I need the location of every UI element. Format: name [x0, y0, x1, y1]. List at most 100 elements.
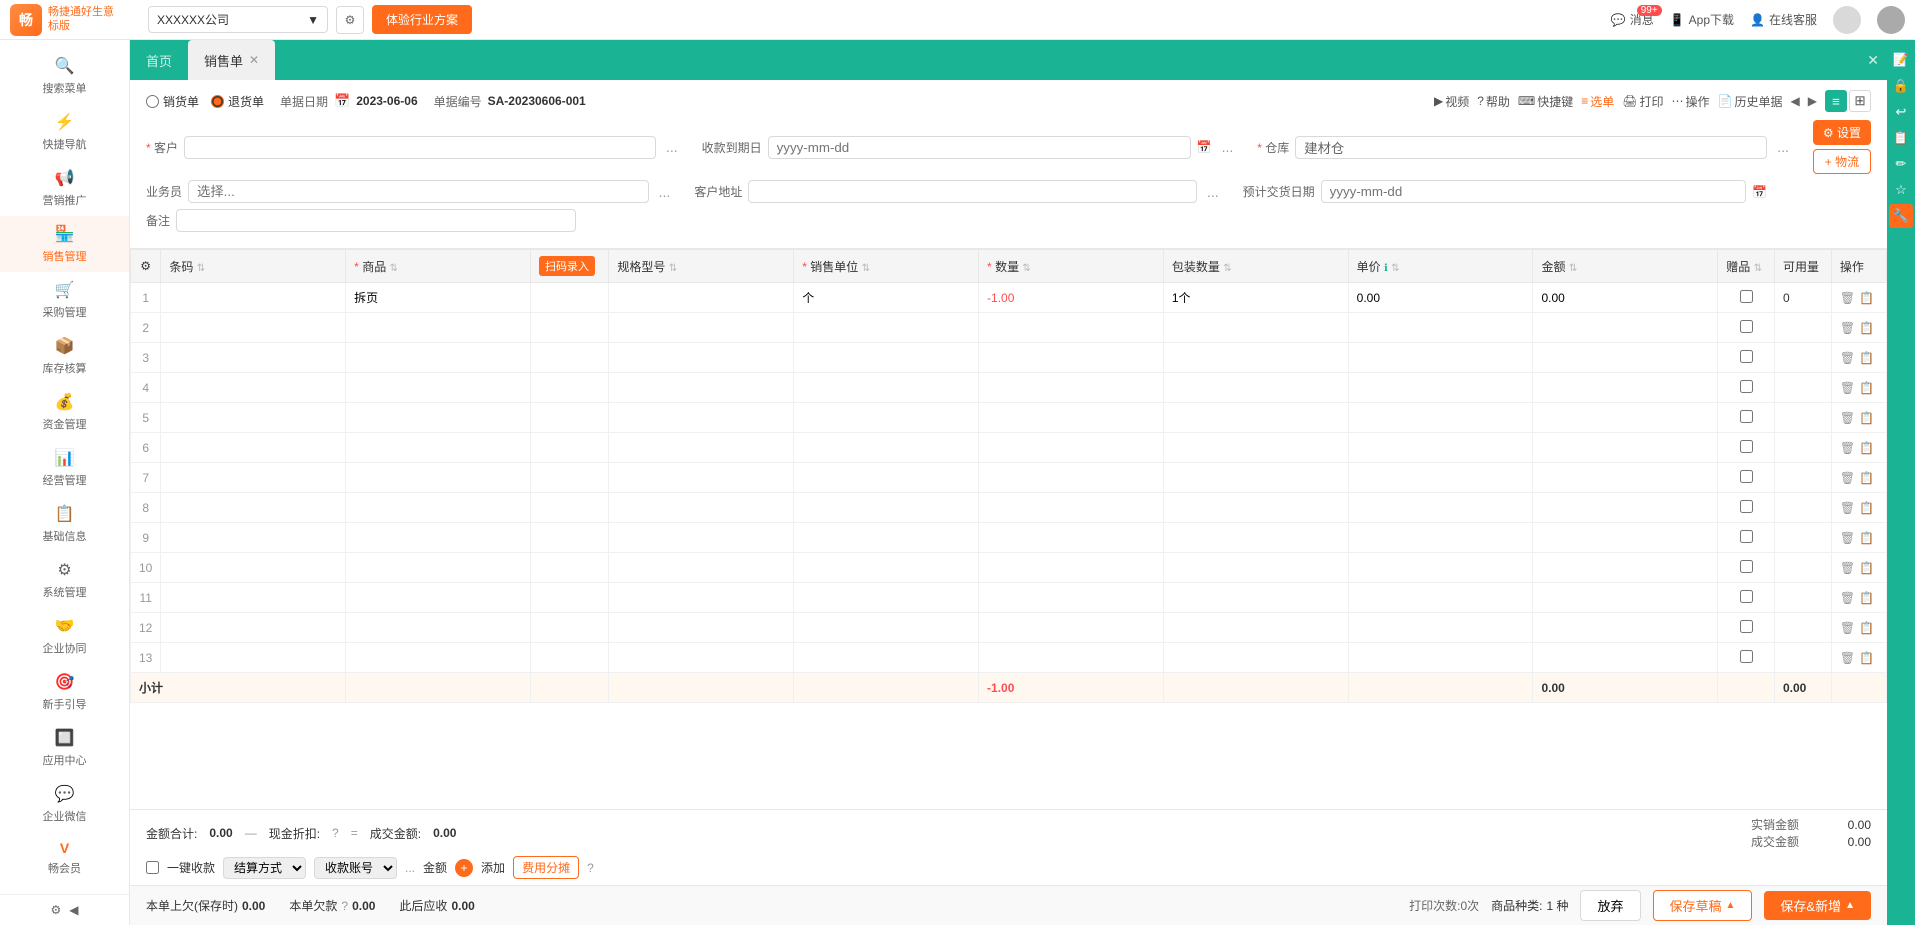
save-draft-button[interactable]: 保存草稿 ▲ — [1653, 890, 1753, 921]
sidebar-settings-icon[interactable]: ⚙ — [51, 903, 62, 917]
row-copy-icon[interactable]: 📋 — [1859, 291, 1874, 305]
right-panel-active-icon[interactable]: 🔧 — [1889, 204, 1913, 228]
right-panel-star-icon[interactable]: ☆ — [1889, 178, 1913, 202]
row-product[interactable] — [346, 523, 531, 553]
row-price[interactable] — [1348, 643, 1533, 673]
row-delete-icon[interactable]: 🗑 — [1840, 381, 1855, 395]
right-panel-undo-icon[interactable]: ↩ — [1889, 100, 1913, 124]
expected-delivery-input[interactable] — [1321, 180, 1746, 203]
row-price[interactable] — [1348, 283, 1533, 313]
sidebar-item-quick-nav[interactable]: ⚡ 快捷导航 — [0, 104, 129, 160]
payment-help-icon[interactable]: ? — [587, 861, 594, 875]
row-product[interactable] — [346, 583, 531, 613]
warehouse-more-icon[interactable]: ... — [1777, 139, 1789, 155]
operation-btn[interactable]: ⋯ 操作 — [1672, 93, 1710, 110]
sidebar-item-member[interactable]: V 畅会员 — [0, 832, 129, 884]
col-settings[interactable]: ⚙ — [131, 250, 161, 283]
row-copy-icon[interactable]: 📋 — [1859, 411, 1874, 425]
tab-sales-order[interactable]: 销售单 ✕ — [188, 40, 275, 80]
row-amount[interactable] — [1533, 523, 1718, 553]
row-amount[interactable] — [1533, 403, 1718, 433]
row-price[interactable] — [1348, 523, 1533, 553]
nav-prev-icon[interactable]: ◀ — [1791, 94, 1800, 108]
row-qty[interactable] — [979, 283, 1164, 313]
due-date-input[interactable] — [768, 136, 1191, 159]
row-amount[interactable] — [1533, 493, 1718, 523]
row-amount[interactable] — [1533, 643, 1718, 673]
row-barcode[interactable] — [161, 523, 346, 553]
row-gift[interactable] — [1718, 463, 1775, 493]
customer-addr-input[interactable] — [748, 180, 1197, 203]
row-delete-icon[interactable]: 🗑 — [1840, 591, 1855, 605]
row-delete-icon[interactable]: 🗑 — [1840, 501, 1855, 515]
save-new-button[interactable]: 保存&新增 ▲ — [1764, 891, 1871, 920]
row-pack-qty[interactable] — [1163, 523, 1348, 553]
row-gift[interactable] — [1718, 403, 1775, 433]
row-amount[interactable] — [1533, 583, 1718, 613]
row-unit[interactable] — [794, 493, 979, 523]
row-amount[interactable] — [1533, 373, 1718, 403]
customer-input[interactable] — [184, 136, 656, 159]
row-amount[interactable] — [1533, 313, 1718, 343]
row-pack-qty[interactable] — [1163, 403, 1348, 433]
row-spec[interactable] — [609, 583, 794, 613]
customer-addr-more-icon[interactable]: ... — [1207, 184, 1219, 200]
row-price[interactable] — [1348, 433, 1533, 463]
row-copy-icon[interactable]: 📋 — [1859, 381, 1874, 395]
row-spec[interactable] — [609, 463, 794, 493]
row-copy-icon[interactable]: 📋 — [1859, 621, 1874, 635]
row-price[interactable] — [1348, 463, 1533, 493]
row-gift[interactable] — [1718, 373, 1775, 403]
row-product[interactable] — [346, 433, 531, 463]
row-barcode[interactable] — [161, 583, 346, 613]
tab-close-main-icon[interactable]: ✕ — [1867, 52, 1879, 69]
row-pack-qty[interactable] — [1163, 373, 1348, 403]
row-qty[interactable] — [979, 553, 1164, 583]
right-panel-edit-icon[interactable]: 📝 — [1889, 48, 1913, 72]
row-qty[interactable] — [979, 463, 1164, 493]
row-product[interactable] — [346, 343, 531, 373]
salesperson-more-icon[interactable]: ... — [659, 184, 671, 200]
row-amount[interactable] — [1533, 343, 1718, 373]
row-copy-icon[interactable]: 📋 — [1859, 591, 1874, 605]
row-gift[interactable] — [1718, 523, 1775, 553]
row-unit[interactable] — [794, 583, 979, 613]
row-copy-icon[interactable]: 📋 — [1859, 531, 1874, 545]
app-download-button[interactable]: 📱 App下载 — [1670, 11, 1734, 28]
row-barcode[interactable] — [161, 433, 346, 463]
date-picker-icon[interactable]: 📅 — [334, 93, 350, 109]
row-gift[interactable] — [1718, 313, 1775, 343]
row-product[interactable] — [346, 553, 531, 583]
row-delete-icon[interactable]: 🗑 — [1840, 621, 1855, 635]
row-qty[interactable] — [979, 493, 1164, 523]
row-unit[interactable] — [794, 283, 979, 313]
row-copy-icon[interactable]: 📋 — [1859, 471, 1874, 485]
row-product[interactable] — [346, 283, 531, 313]
row-pack-qty[interactable] — [1163, 343, 1348, 373]
row-spec[interactable] — [609, 433, 794, 463]
nav-next-icon[interactable]: ▶ — [1808, 94, 1817, 108]
row-delete-icon[interactable]: 🗑 — [1840, 651, 1855, 665]
shortcut-btn[interactable]: ⌨ 快捷键 — [1518, 93, 1573, 110]
row-qty[interactable] — [979, 643, 1164, 673]
account-select[interactable]: 收款账号 — [314, 857, 397, 879]
video-btn[interactable]: ▶ 视频 — [1434, 93, 1469, 110]
company-select[interactable]: XXXXXX公司 ▼ — [148, 6, 328, 33]
row-barcode[interactable] — [161, 373, 346, 403]
row-gift[interactable] — [1718, 553, 1775, 583]
row-product[interactable] — [346, 613, 531, 643]
sidebar-item-apps[interactable]: 🔲 应用中心 — [0, 720, 129, 776]
account-more-icon[interactable]: ... — [405, 861, 415, 875]
row-unit[interactable] — [794, 553, 979, 583]
row-unit[interactable] — [794, 523, 979, 553]
row-qty[interactable] — [979, 343, 1164, 373]
row-unit[interactable] — [794, 343, 979, 373]
row-gift[interactable] — [1718, 583, 1775, 613]
row-spec[interactable] — [609, 403, 794, 433]
avatar[interactable] — [1833, 6, 1861, 34]
row-qty[interactable] — [979, 373, 1164, 403]
row-copy-icon[interactable]: 📋 — [1859, 321, 1874, 335]
row-qty[interactable] — [979, 313, 1164, 343]
row-pack-qty[interactable] — [1163, 643, 1348, 673]
row-unit[interactable] — [794, 403, 979, 433]
